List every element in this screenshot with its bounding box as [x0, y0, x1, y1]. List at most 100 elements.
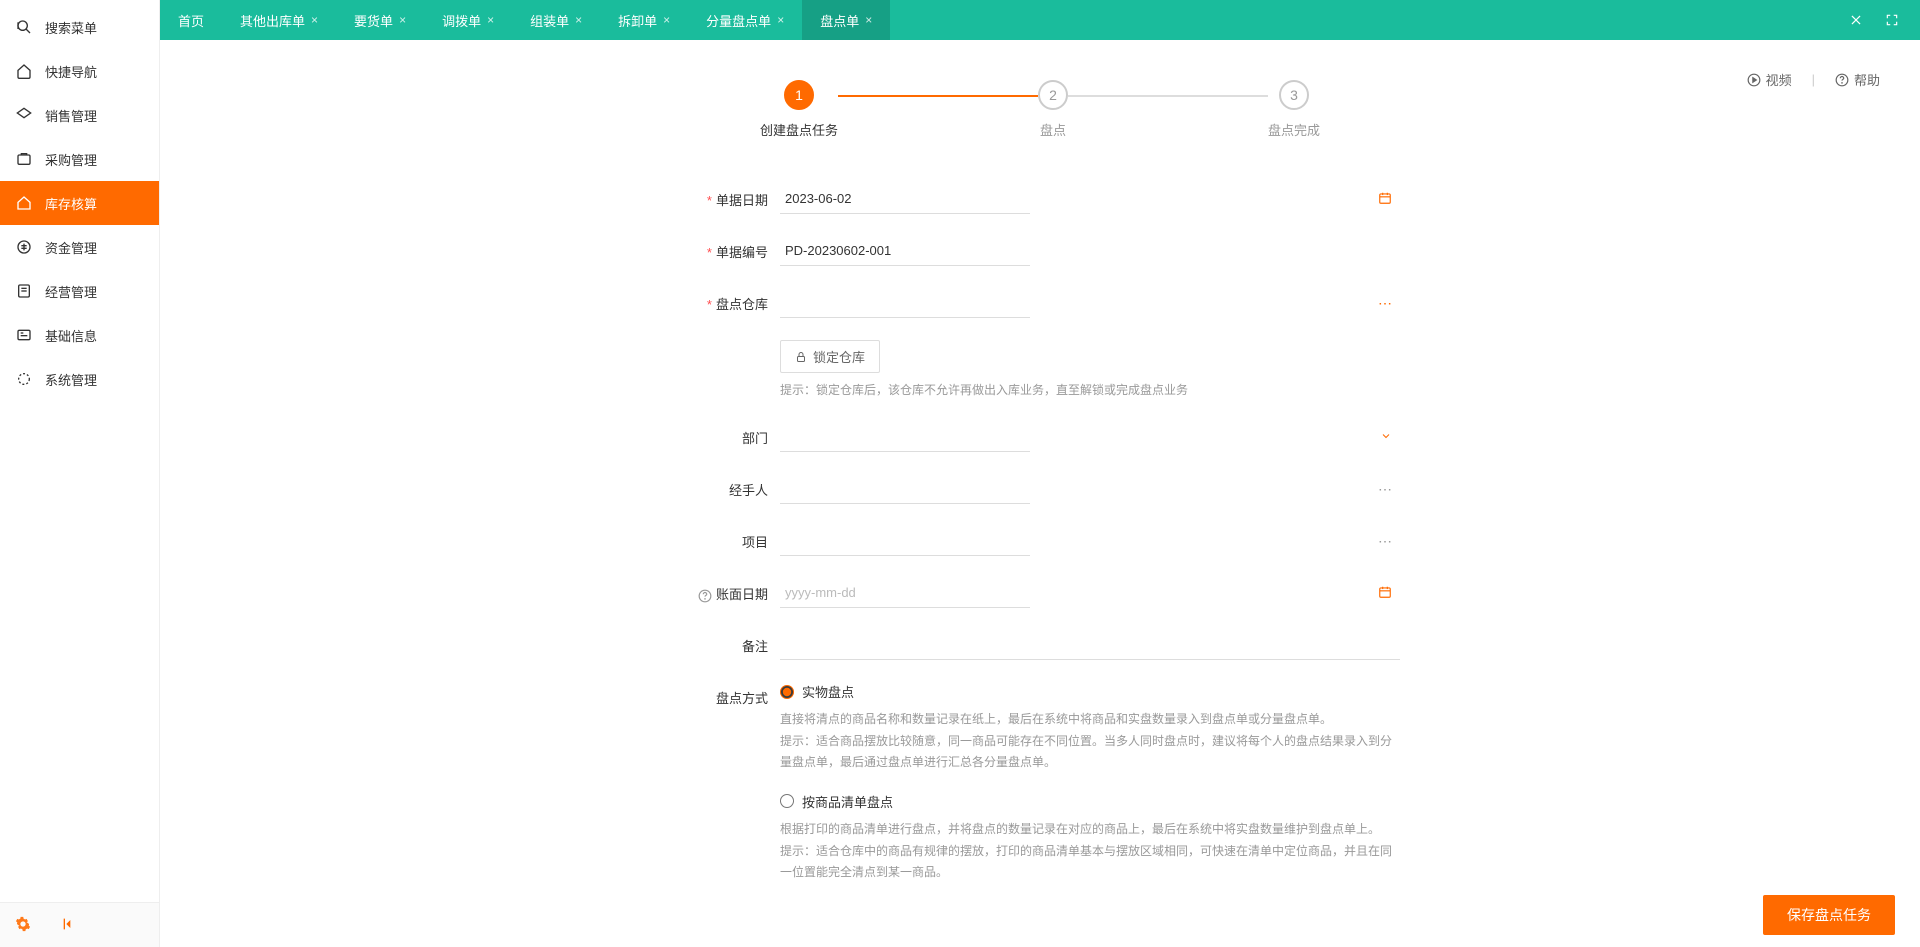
close-icon[interactable]: ×	[575, 13, 582, 27]
method-option-list[interactable]: 按商品清单盘点	[780, 792, 1400, 811]
fund-icon	[15, 238, 33, 256]
purchase-icon	[15, 150, 33, 168]
sidebar-item-label: 销售管理	[45, 106, 97, 125]
method1-desc: 直接将清点的商品名称和数量记录在纸上，最后在系统中将商品和实盘数量录入到盘点单或…	[780, 709, 1400, 774]
date-input[interactable]	[780, 184, 1030, 214]
close-icon[interactable]: ×	[487, 13, 494, 27]
fullscreen-button[interactable]	[1874, 0, 1910, 40]
sidebar-item-inventory[interactable]: 库存核算	[0, 181, 159, 225]
sidebar-item-nav[interactable]: 快捷导航	[0, 49, 159, 93]
no-input[interactable]	[780, 236, 1030, 266]
sidebar-item-purchase[interactable]: 采购管理	[0, 137, 159, 181]
sidebar-item-sales[interactable]: 销售管理	[0, 93, 159, 137]
tab-request[interactable]: 要货单 ×	[336, 0, 424, 40]
no-label: *单据编号	[680, 236, 780, 261]
sidebar-item-label: 采购管理	[45, 150, 97, 169]
sale-icon	[15, 106, 33, 124]
warehouse-input[interactable]	[780, 288, 1030, 318]
help-links: 视频 | 帮助	[1747, 70, 1880, 89]
project-label: 项目	[680, 526, 780, 551]
tab-label: 组装单	[530, 11, 569, 30]
more-icon[interactable]: ⋯	[1378, 295, 1392, 312]
more-icon[interactable]: ⋯	[1378, 481, 1392, 498]
tab-other-out[interactable]: 其他出库单 ×	[222, 0, 336, 40]
radio-label: 实物盘点	[802, 682, 854, 701]
account-date-input[interactable]	[780, 578, 1030, 608]
gear-icon[interactable]	[15, 916, 31, 935]
sidebar-item-label: 系统管理	[45, 370, 97, 389]
sidebar-item-label: 搜索菜单	[45, 18, 97, 37]
method-option-physical[interactable]: 实物盘点	[780, 682, 1400, 701]
tab-disassemble[interactable]: 拆卸单 ×	[600, 0, 688, 40]
step-3: 3 盘点完成	[1268, 80, 1320, 139]
home-icon	[15, 62, 33, 80]
remark-input[interactable]	[780, 630, 1400, 660]
question-icon[interactable]	[698, 589, 712, 603]
close-icon[interactable]: ×	[399, 13, 406, 27]
date-label: *单据日期	[680, 184, 780, 209]
tab-transfer[interactable]: 调拨单 ×	[424, 0, 512, 40]
sidebar-item-label: 基础信息	[45, 326, 97, 345]
tabs-bar: 首页 其他出库单 × 要货单 × 调拨单 × 组装单 × 拆卸单 ×	[160, 0, 1920, 40]
steps: 1 创建盘点任务 2 盘点 3 盘点完成	[220, 70, 1860, 139]
close-icon[interactable]: ×	[865, 13, 872, 27]
step-circle: 2	[1038, 80, 1068, 110]
lock-warehouse-button[interactable]: 锁定仓库	[780, 340, 880, 373]
sidebar-item-label: 库存核算	[45, 194, 97, 213]
step-circle: 1	[784, 80, 814, 110]
sidebar-item-fund[interactable]: 资金管理	[0, 225, 159, 269]
tab-inventory[interactable]: 盘点单 ×	[802, 0, 890, 40]
step-line	[1068, 95, 1268, 97]
step-label: 创建盘点任务	[760, 120, 838, 139]
lock-icon	[795, 351, 807, 363]
tab-home[interactable]: 首页	[160, 0, 222, 40]
handler-input[interactable]	[780, 474, 1030, 504]
handler-label: 经手人	[680, 474, 780, 499]
tab-label: 要货单	[354, 11, 393, 30]
step-label: 盘点完成	[1268, 120, 1320, 139]
step-line	[838, 95, 1038, 97]
save-task-button[interactable]: 保存盘点任务	[1763, 895, 1895, 935]
tab-partial-inventory[interactable]: 分量盘点单 ×	[688, 0, 802, 40]
close-icon[interactable]: ×	[777, 13, 784, 27]
step-2: 2 盘点	[1038, 80, 1068, 139]
radio-list[interactable]	[780, 794, 794, 808]
method2-desc: 根据打印的商品清单进行盘点，并将盘点的数量记录在对应的商品上，最后在系统中将实盘…	[780, 819, 1400, 884]
step-label: 盘点	[1040, 120, 1066, 139]
sidebar-item-system[interactable]: 系统管理	[0, 357, 159, 401]
tab-label: 拆卸单	[618, 11, 657, 30]
account-date-label: 账面日期	[680, 578, 780, 603]
sidebar-footer	[0, 902, 159, 947]
tab-assemble[interactable]: 组装单 ×	[512, 0, 600, 40]
sidebar-item-manage[interactable]: 经营管理	[0, 269, 159, 313]
sidebar-item-info[interactable]: 基础信息	[0, 313, 159, 357]
close-all-tabs-button[interactable]	[1838, 0, 1874, 40]
sidebar-item-label: 经营管理	[45, 282, 97, 301]
tab-label: 首页	[178, 11, 204, 30]
step-1: 1 创建盘点任务	[760, 80, 838, 139]
help-label: 帮助	[1854, 70, 1880, 89]
close-icon[interactable]: ×	[663, 13, 670, 27]
dept-input[interactable]	[780, 422, 1030, 452]
close-icon[interactable]: ×	[311, 13, 318, 27]
radio-physical[interactable]	[780, 685, 794, 699]
dept-label: 部门	[680, 422, 780, 447]
lock-hint: 提示：锁定仓库后，该仓库不允许再做出入库业务，直至解锁或完成盘点业务	[780, 381, 1400, 400]
separator: |	[1812, 72, 1815, 87]
tab-label: 调拨单	[442, 11, 481, 30]
calendar-icon[interactable]	[1378, 191, 1392, 208]
collapse-icon[interactable]	[61, 916, 77, 935]
form: *单据日期 *单据编号	[680, 184, 1400, 902]
project-input[interactable]	[780, 526, 1030, 556]
tab-label: 分量盘点单	[706, 11, 771, 30]
video-label: 视频	[1766, 70, 1792, 89]
step-circle: 3	[1279, 80, 1309, 110]
help-link[interactable]: 帮助	[1835, 70, 1880, 89]
info-icon	[15, 326, 33, 344]
tab-label: 其他出库单	[240, 11, 305, 30]
sidebar-item-search[interactable]: 搜索菜单	[0, 5, 159, 49]
video-link[interactable]: 视频	[1747, 70, 1792, 89]
calendar-icon[interactable]	[1378, 585, 1392, 602]
more-icon[interactable]: ⋯	[1378, 533, 1392, 550]
chevron-down-icon[interactable]	[1380, 429, 1392, 445]
